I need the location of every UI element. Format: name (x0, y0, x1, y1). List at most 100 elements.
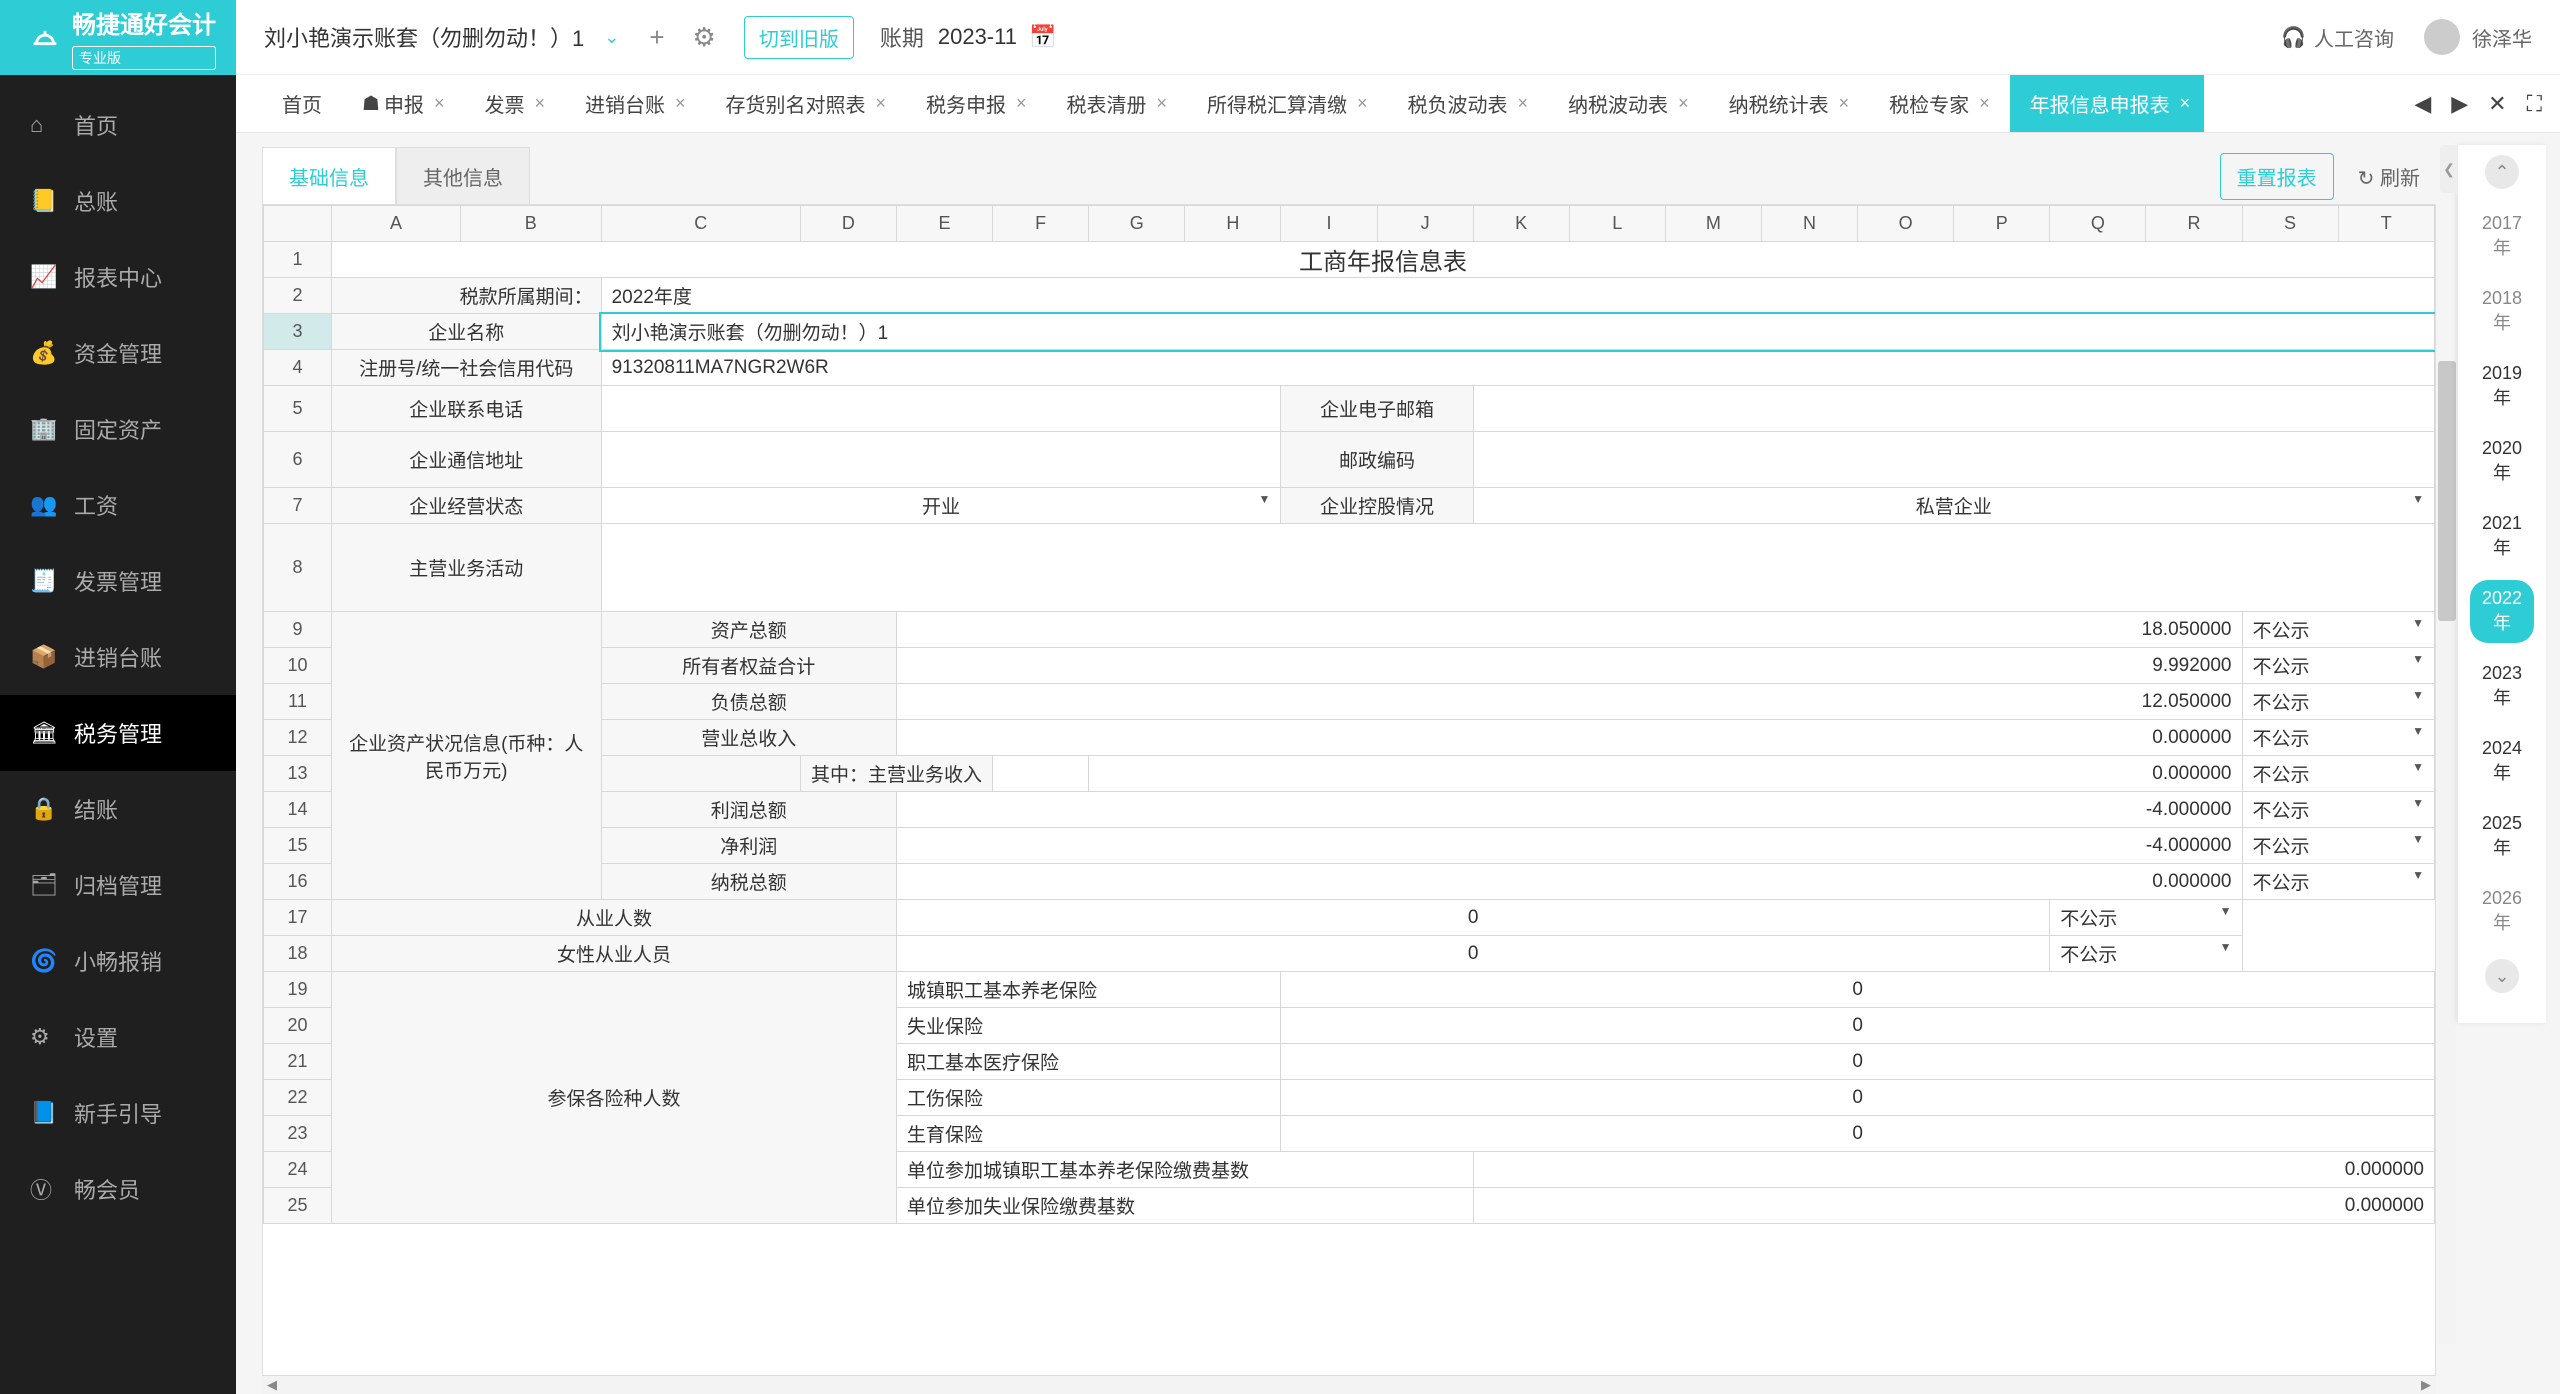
tab-close-icon[interactable]: × (1357, 93, 1368, 114)
row-header[interactable]: 20 (264, 1008, 332, 1044)
account-name[interactable]: 刘小艳演示账套（勿删勿动！）1 (264, 21, 584, 53)
tabstrip-fullscreen-icon[interactable]: ⛶ (2527, 91, 2542, 117)
subtab-0[interactable]: 基础信息 (262, 147, 396, 205)
row-header[interactable]: 18 (264, 936, 332, 972)
fin-value[interactable]: 0.000000 (1089, 756, 2242, 792)
sidebar-item-0[interactable]: ⌂首页 (0, 87, 236, 163)
publish-select[interactable]: 不公示 (2242, 756, 2435, 792)
reg-code-value[interactable]: 91320811MA7NGR2W6R (601, 350, 2434, 386)
publish-select[interactable]: 不公示 (2050, 936, 2242, 972)
publish-select[interactable]: 不公示 (2242, 684, 2435, 720)
row-header[interactable]: 1 (264, 242, 332, 278)
year-item[interactable]: 2023年 (2458, 649, 2546, 724)
sidebar-item-7[interactable]: 📦进销台账 (0, 619, 236, 695)
year-scroll-up-icon[interactable]: ⌃ (2485, 155, 2519, 189)
row-header[interactable]: 22 (264, 1080, 332, 1116)
publish-select[interactable]: 不公示 (2242, 612, 2435, 648)
row-header[interactable]: 13 (264, 756, 332, 792)
refresh-button[interactable]: ↻ 刷新 (2358, 162, 2420, 191)
row-header[interactable]: 16 (264, 864, 332, 900)
sidebar-item-8[interactable]: 🏛税务管理 (0, 695, 236, 771)
year-scroll-down-icon[interactable]: ⌄ (2485, 959, 2519, 993)
sidebar-item-9[interactable]: 🔒结账 (0, 771, 236, 847)
tab-close-icon[interactable]: × (875, 93, 886, 114)
horizontal-scrollbar[interactable]: ◀▶ (262, 1376, 2436, 1394)
tab-5[interactable]: 税务申报× (906, 75, 1047, 132)
row-header[interactable]: 4 (264, 350, 332, 386)
row-header[interactable]: 2 (264, 278, 332, 314)
year-item[interactable]: 2021年 (2458, 499, 2546, 574)
publish-select[interactable]: 不公示 (2242, 828, 2435, 864)
row-header[interactable]: 11 (264, 684, 332, 720)
tab-close-icon[interactable]: × (1979, 93, 1990, 114)
add-icon[interactable]: + (649, 22, 664, 53)
row-header[interactable]: 25 (264, 1188, 332, 1224)
fin-value[interactable]: 12.050000 (896, 684, 2242, 720)
fin-value[interactable]: 9.992000 (896, 648, 2242, 684)
publish-select[interactable]: 不公示 (2242, 720, 2435, 756)
tab-close-icon[interactable]: × (1839, 93, 1850, 114)
period-value[interactable]: 2023-11 (938, 24, 1017, 50)
row-header[interactable]: 10 (264, 648, 332, 684)
row-header[interactable]: 17 (264, 900, 332, 936)
sidebar-item-13[interactable]: 📘新手引导 (0, 1075, 236, 1151)
gear-icon[interactable]: ⚙ (693, 22, 716, 53)
tab-close-icon[interactable]: × (1678, 93, 1689, 114)
tab-close-icon[interactable]: × (1016, 93, 1027, 114)
sidebar-item-11[interactable]: 🌀小畅报销 (0, 923, 236, 999)
row-header[interactable]: 7 (264, 488, 332, 524)
reset-report-button[interactable]: 重置报表 (2220, 153, 2334, 200)
tab-9[interactable]: 纳税波动表× (1548, 75, 1709, 132)
tab-3[interactable]: 进销台账× (565, 75, 706, 132)
row-header[interactable]: 12 (264, 720, 332, 756)
tabstrip-close-icon[interactable]: ✕ (2488, 91, 2506, 117)
tabstrip-prev-icon[interactable]: ◀ (2414, 91, 2431, 117)
row-header[interactable]: 15 (264, 828, 332, 864)
row-header[interactable]: 21 (264, 1044, 332, 1080)
tab-1[interactable]: ☗申报× (342, 75, 464, 132)
year-rail-toggle[interactable]: ❮ (2440, 145, 2458, 193)
year-item[interactable]: 2020年 (2458, 424, 2546, 499)
tab-close-icon[interactable]: × (2180, 93, 2191, 114)
tab-close-icon[interactable]: × (434, 93, 445, 114)
sidebar-item-5[interactable]: 👥工资 (0, 467, 236, 543)
row-header[interactable]: 3 (264, 314, 332, 350)
sidebar-item-10[interactable]: 🗂归档管理 (0, 847, 236, 923)
row-header[interactable]: 24 (264, 1152, 332, 1188)
tab-10[interactable]: 纳税统计表× (1709, 75, 1870, 132)
row-header[interactable]: 5 (264, 386, 332, 432)
biz-status-select[interactable]: 开业 (601, 488, 1281, 524)
sidebar-item-6[interactable]: 🧾发票管理 (0, 543, 236, 619)
fin-value[interactable]: -4.000000 (896, 828, 2242, 864)
switch-old-button[interactable]: 切到旧版 (744, 16, 854, 59)
sidebar-item-1[interactable]: 📒总账 (0, 163, 236, 239)
tab-4[interactable]: 存货别名对照表× (705, 75, 906, 132)
tab-close-icon[interactable]: × (675, 93, 686, 114)
year-item[interactable]: 2022年 (2470, 580, 2534, 643)
row-header[interactable]: 23 (264, 1116, 332, 1152)
tab-8[interactable]: 税负波动表× (1388, 75, 1549, 132)
year-item[interactable]: 2018年 (2458, 274, 2546, 349)
row-header[interactable]: 6 (264, 432, 332, 488)
sidebar-item-4[interactable]: 🏢固定资产 (0, 391, 236, 467)
fin-value[interactable]: -4.000000 (896, 792, 2242, 828)
row-header[interactable]: 9 (264, 612, 332, 648)
subtab-1[interactable]: 其他信息 (396, 147, 530, 205)
tab-close-icon[interactable]: × (534, 93, 545, 114)
calendar-icon[interactable]: 📅 (1029, 24, 1056, 50)
holding-select[interactable]: 私营企业 (1473, 488, 2434, 524)
vertical-scrollbar[interactable] (2438, 361, 2456, 1344)
account-dropdown-icon[interactable]: ⌄ (604, 27, 619, 48)
fin-value[interactable]: 18.050000 (896, 612, 2242, 648)
tab-close-icon[interactable]: × (1518, 93, 1529, 114)
tab-11[interactable]: 税检专家× (1869, 75, 2010, 132)
year-item[interactable]: 2025年 (2458, 799, 2546, 874)
tab-12[interactable]: 年报信息申报表× (2010, 75, 2205, 132)
year-item[interactable]: 2019年 (2458, 349, 2546, 424)
sidebar-item-12[interactable]: ⚙设置 (0, 999, 236, 1075)
publish-select[interactable]: 不公示 (2050, 900, 2242, 936)
spreadsheet[interactable]: ABCDEFGHIJKLMNOPQRST1工商年报信息表2税款所属期间：2022… (262, 204, 2436, 1376)
sidebar-item-14[interactable]: Ⓥ畅会员 (0, 1151, 236, 1227)
sidebar-item-3[interactable]: 💰资金管理 (0, 315, 236, 391)
tab-2[interactable]: 发票× (464, 75, 565, 132)
